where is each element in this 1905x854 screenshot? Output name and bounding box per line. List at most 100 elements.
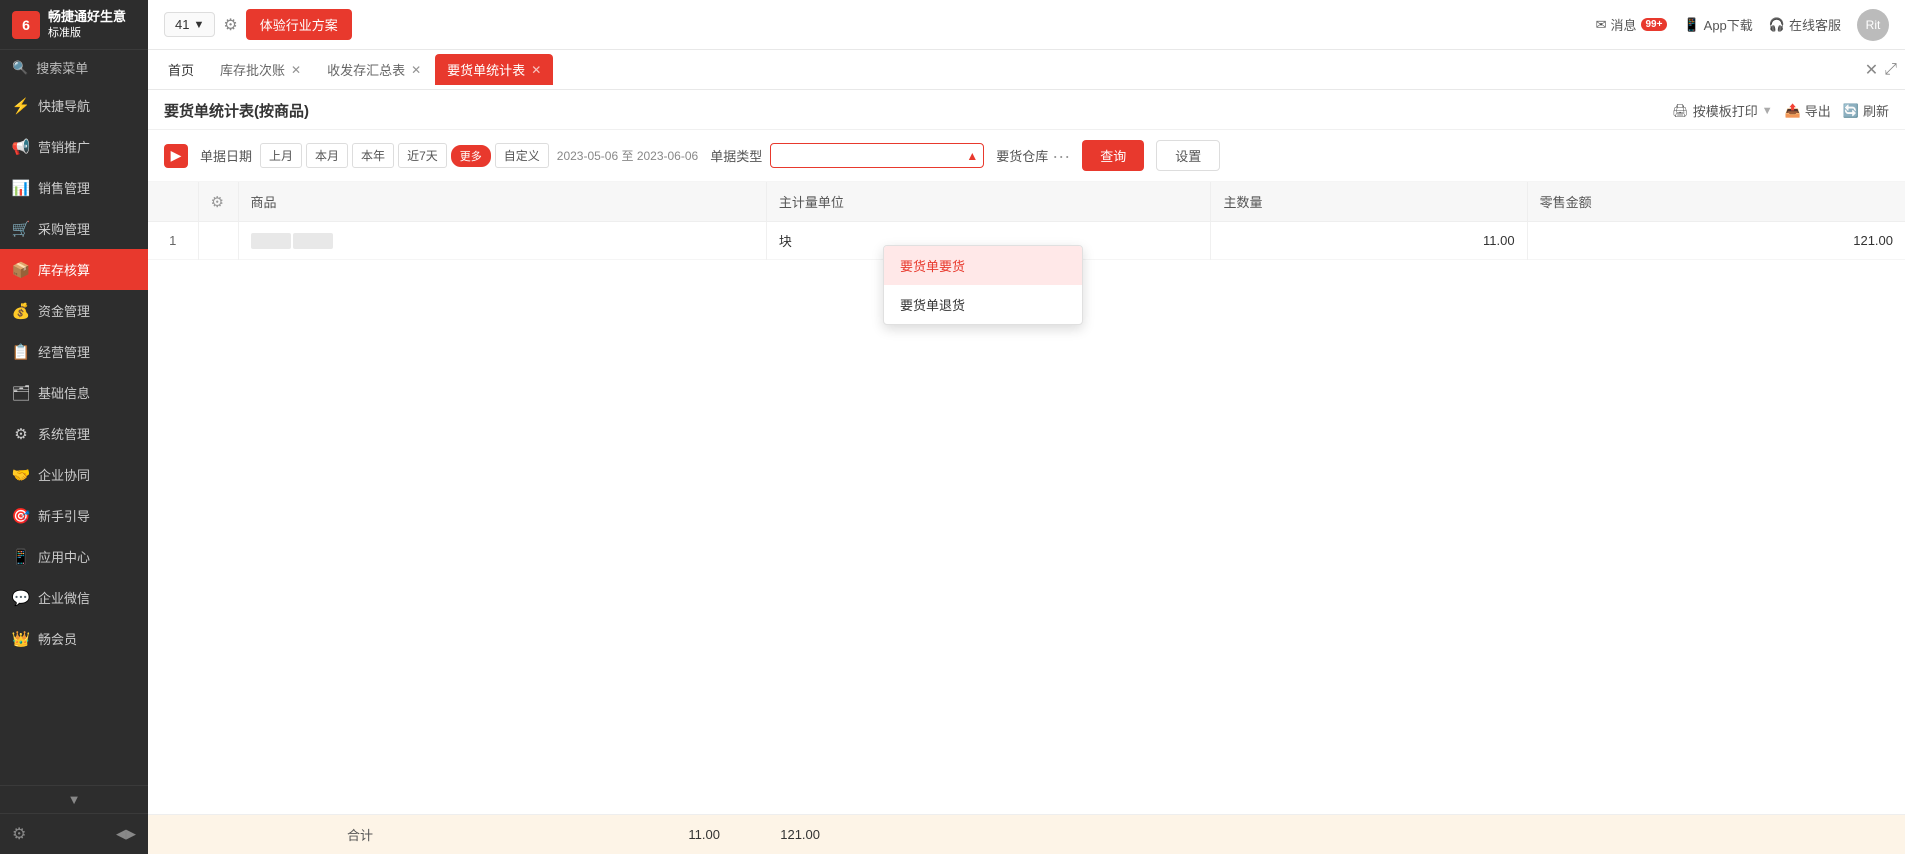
sidebar-item-operation[interactable]: 📋 经营管理 [0, 331, 148, 372]
headset-icon: 🎧 [1769, 17, 1785, 33]
cell-product [238, 222, 766, 260]
sidebar-item-member[interactable]: 👑 畅会员 [0, 618, 148, 659]
dropdown-item-order[interactable]: 要货单要货 [884, 246, 1082, 285]
online-service-button[interactable]: 🎧 在线客服 [1769, 15, 1841, 34]
type-dropdown: 要货单要货 要货单退货 [883, 245, 1083, 325]
date-7days[interactable]: 近7天 [398, 143, 447, 168]
footer-total-qty: 11.00 [620, 827, 720, 842]
tab-bar-actions: ✕ ⤢ [1865, 60, 1897, 80]
type-select-input[interactable] [770, 143, 984, 168]
date-custom[interactable]: 自定义 [495, 143, 549, 168]
quick-nav-icon: ⚡ [12, 97, 30, 115]
sidebar-item-basic[interactable]: 🗂 基础信息 [0, 372, 148, 413]
sidebar-item-wechat[interactable]: 💬 企业微信 [0, 577, 148, 618]
print-button[interactable]: 🖨 按模板打印 ▼ [1672, 101, 1772, 120]
filter-bar: ▶ 单据日期 上月 本月 本年 近7天 更多 自定义 2023-05-06 至 … [148, 130, 1905, 182]
sidebar-item-finance[interactable]: 💰 资金管理 [0, 290, 148, 331]
sidebar-nav: ⚡ 快捷导航 📢 营销推广 📊 销售管理 🛒 采购管理 📦 库存核算 💰 资金管… [0, 85, 148, 785]
print-expand-icon[interactable]: ▼ [1762, 105, 1773, 117]
table-footer: 合计 11.00 121.00 [148, 814, 1905, 854]
message-icon: ✉ [1596, 17, 1607, 33]
footer-total-label: 合计 [250, 825, 470, 844]
member-icon: 👑 [12, 630, 30, 648]
sidebar-logo: 6 畅捷通好生意 标准版 [0, 0, 148, 50]
tab-close-batch[interactable]: ✕ [291, 63, 301, 77]
cell-settings [198, 222, 238, 260]
col-qty: 主数量 [1211, 182, 1527, 222]
product-tag-1 [251, 233, 291, 249]
date-curr-year[interactable]: 本年 [352, 143, 394, 168]
chevron-down-icon: ▼ [193, 19, 204, 31]
header-left: 41 ▼ ⚙ 体验行业方案 [164, 9, 352, 40]
warehouse-filter-group: 要货仓库 ··· [996, 146, 1070, 165]
sidebar-item-system[interactable]: ⚙ 系统管理 [0, 413, 148, 454]
message-button[interactable]: ✉ 消息 99+ [1596, 15, 1668, 34]
warehouse-filter-label: 要货仓库 [996, 146, 1048, 165]
operation-icon: 📋 [12, 343, 30, 361]
purchase-icon: 🛒 [12, 220, 30, 238]
main-content: 41 ▼ ⚙ 体验行业方案 ✉ 消息 99+ 📱 App下载 🎧 在线客服 Ri… [148, 0, 1905, 854]
sidebar-item-appstore[interactable]: 📱 应用中心 [0, 536, 148, 577]
dropdown-item-return[interactable]: 要货单退货 [884, 285, 1082, 324]
guide-icon: 🎯 [12, 507, 30, 525]
filter-expand-button[interactable]: ▶ [164, 144, 188, 168]
collapse-icon[interactable]: ◀▶ [116, 826, 136, 842]
export-button[interactable]: 📤 导出 [1785, 101, 1831, 120]
refresh-button[interactable]: 🔄 刷新 [1843, 101, 1889, 120]
col-settings: ⚙ [198, 182, 238, 222]
trial-button[interactable]: 体验行业方案 [246, 9, 352, 40]
finance-icon: 💰 [12, 302, 30, 320]
tab-batch-account[interactable]: 库存批次账 ✕ [208, 54, 313, 85]
product-tag-2 [293, 233, 333, 249]
date-range-text: 2023-05-06 至 2023-06-06 [557, 147, 698, 164]
wechat-icon: 💬 [12, 589, 30, 607]
query-button[interactable]: 查询 [1082, 140, 1144, 171]
sidebar-item-guide[interactable]: 🎯 新手引导 [0, 495, 148, 536]
sidebar-item-inventory[interactable]: 📦 库存核算 [0, 249, 148, 290]
date-quick-buttons: 上月 本月 本年 近7天 更多 自定义 [260, 143, 549, 168]
sidebar-item-purchase[interactable]: 🛒 采购管理 [0, 208, 148, 249]
print-icon: 🖨 [1672, 103, 1689, 119]
appstore-icon: 📱 [12, 548, 30, 566]
refresh-icon: 🔄 [1843, 103, 1859, 119]
user-avatar[interactable]: Rit [1857, 9, 1889, 41]
footer-total-amount: 121.00 [720, 827, 820, 842]
settings-button[interactable]: 设置 [1156, 140, 1220, 171]
date-more-btn[interactable]: 更多 [451, 145, 491, 167]
sidebar-search[interactable]: 🔍 搜索菜单 [0, 50, 148, 85]
header-right: ✉ 消息 99+ 📱 App下载 🎧 在线客服 Rit [1596, 9, 1889, 41]
marketing-icon: 📢 [12, 138, 30, 156]
tab-home[interactable]: 首页 [156, 54, 206, 85]
export-icon: 📤 [1785, 103, 1801, 119]
settings-footer-icon[interactable]: ⚙ [12, 824, 26, 844]
app-icon: 📱 [1683, 17, 1699, 33]
date-prev-month[interactable]: 上月 [260, 143, 302, 168]
tab-shipreceive[interactable]: 收发存汇总表 ✕ [315, 54, 433, 85]
page-title: 要货单统计表(按商品) [164, 100, 309, 121]
tab-order-stat[interactable]: 要货单统计表 ✕ [435, 54, 553, 85]
date-curr-month[interactable]: 本月 [306, 143, 348, 168]
warehouse-more-btn[interactable]: ··· [1052, 147, 1070, 165]
sidebar-scroll-down[interactable]: ▼ [0, 785, 148, 813]
sidebar-item-coop[interactable]: 🤝 企业协同 [0, 454, 148, 495]
gear-icon[interactable]: ⚙ [223, 15, 237, 35]
company-selector[interactable]: 41 ▼ [164, 12, 215, 37]
tab-expand-icon[interactable]: ⤢ [1884, 61, 1897, 79]
sidebar-item-marketing[interactable]: 📢 营销推广 [0, 126, 148, 167]
inventory-icon: 📦 [12, 261, 30, 279]
tab-close-shipreceive[interactable]: ✕ [411, 63, 421, 77]
sidebar-item-sales[interactable]: 📊 销售管理 [0, 167, 148, 208]
sidebar-footer: ⚙ ◀▶ [0, 813, 148, 854]
tab-close-order-stat[interactable]: ✕ [531, 63, 541, 77]
col-amount: 零售金额 [1527, 182, 1905, 222]
type-filter-label: 单据类型 [710, 146, 762, 165]
tab-close-all-icon[interactable]: ✕ [1865, 60, 1878, 80]
table-settings-icon[interactable]: ⚙ [211, 194, 224, 211]
app-download-button[interactable]: 📱 App下载 [1683, 15, 1752, 34]
sales-icon: 📊 [12, 179, 30, 197]
sidebar-item-quick-nav[interactable]: ⚡ 快捷导航 [0, 85, 148, 126]
search-icon: 🔍 [12, 60, 28, 76]
coop-icon: 🤝 [12, 466, 30, 484]
date-filter-label: 单据日期 [200, 146, 252, 165]
date-filter-group: 单据日期 上月 本月 本年 近7天 更多 自定义 2023-05-06 至 20… [200, 143, 698, 168]
